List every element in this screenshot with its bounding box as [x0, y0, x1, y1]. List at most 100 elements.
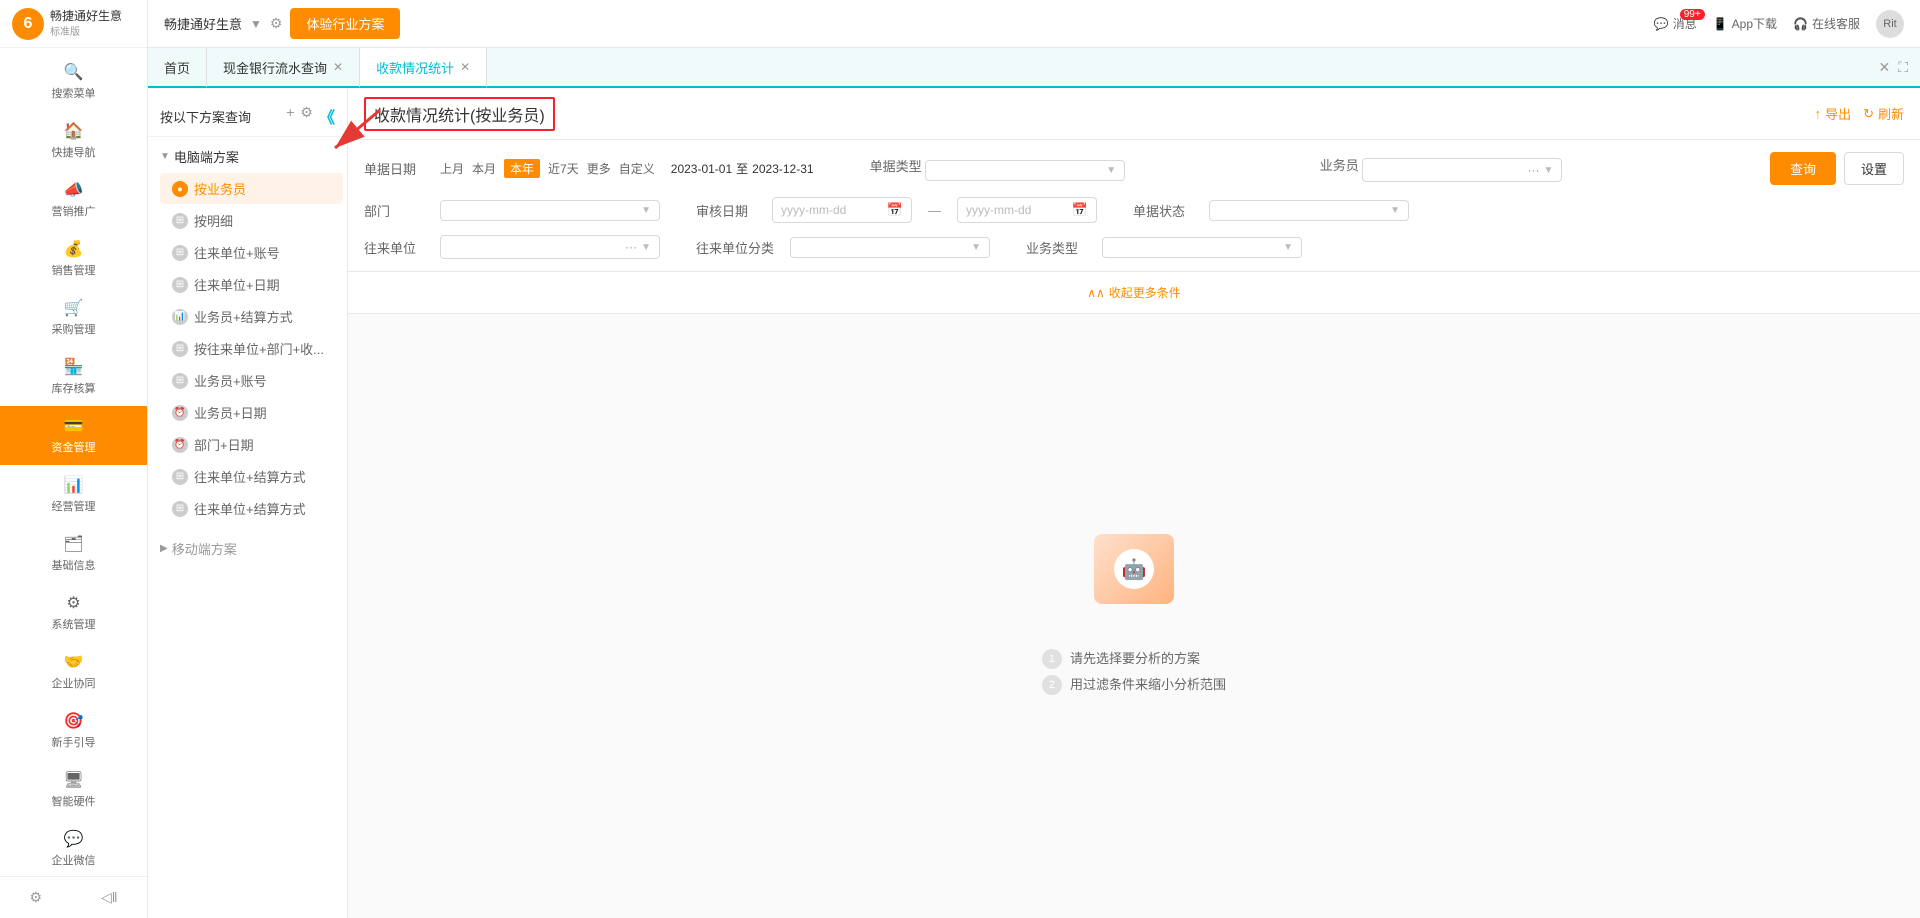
sidebar-item-guide[interactable]: 🎯 新手引导: [0, 701, 147, 760]
user-avatar[interactable]: Rit: [1876, 10, 1904, 38]
sidebar-item-sales[interactable]: 💰 销售管理: [0, 229, 147, 288]
filter-row-counterpart: 往来单位 ··· ▼ 往来单位分类 ▼ 业务类型 ▼: [364, 235, 1904, 259]
marketing-icon: 📣: [64, 180, 84, 200]
sidebar-item-enterprise[interactable]: 🤝 企业协同: [0, 642, 147, 701]
window-maximize-btn[interactable]: ⛶: [1898, 59, 1908, 76]
panel-settings-btn[interactable]: ⚙: [300, 104, 313, 128]
query-btn[interactable]: 查询: [1770, 152, 1836, 185]
date-shortcut-last-7[interactable]: 近7天: [548, 160, 579, 177]
plan-item-by-salesperson[interactable]: ● 按业务员: [160, 173, 343, 204]
empty-box: 🤖: [1094, 534, 1174, 604]
sidebar-nav: 🔍 搜索菜单 🏠 快捷导航 📣 营销推广 💰 销售管理 🛒 采购管理 🏪 库存核…: [0, 48, 147, 876]
plan-item-salesperson-account[interactable]: ⊞ 业务员+账号: [160, 365, 343, 396]
app-download-btn[interactable]: 📱 App下载: [1713, 15, 1777, 32]
tab-bank-flow[interactable]: 现金银行流水查询 ✕: [207, 47, 360, 87]
desktop-section-items: ● 按业务员 ⊞ 按明细 ⊞ 往来单位+账号 ⊞ 往来单位+日期: [148, 173, 347, 524]
tab-bank-flow-close[interactable]: ✕: [333, 60, 343, 74]
plan-item-salesperson-settlement-label: 业务员+结算方式: [194, 307, 293, 326]
sidebar-item-inventory[interactable]: 🏪 库存核算: [0, 347, 147, 406]
online-service-btn[interactable]: 🎧 在线客服: [1793, 15, 1860, 32]
sidebar-collapse-btn[interactable]: ◁‖: [93, 885, 126, 910]
content-area: 按以下方案查询 + ⚙ 《 ▼ 电脑端方案 ● 按业务员: [148, 88, 1920, 918]
logo-text-group: 畅捷通好生意 标准版: [50, 9, 122, 38]
panel-add-btn[interactable]: +: [286, 104, 294, 128]
refresh-btn[interactable]: ↻ 刷新: [1863, 104, 1904, 123]
salesperson-select[interactable]: ··· ▼: [1362, 158, 1562, 182]
plan-item-unit-settlement2[interactable]: ⊞ 往来单位+结算方式: [160, 493, 343, 524]
dept-select[interactable]: ▼: [440, 200, 660, 221]
main-content: 收款情况统计(按业务员) ↑ 导出 ↻ 刷新 单据日期: [348, 88, 1920, 918]
plan-item-salesperson-account-icon: ⊞: [172, 373, 188, 389]
sidebar-item-finance[interactable]: 💳 资金管理: [0, 406, 147, 465]
plan-item-unit-dept-collection[interactable]: ⊞ 按往来单位+部门+收...: [160, 333, 343, 364]
window-close-btn[interactable]: ✕: [1878, 59, 1890, 76]
panel-header: 按以下方案查询 + ⚙ 《: [148, 96, 347, 137]
sidebar-item-wechat[interactable]: 💬 企业微信: [0, 819, 147, 876]
mobile-section: ▶ 移动端方案: [148, 529, 347, 568]
plan-item-dept-date[interactable]: ⏰ 部门+日期: [160, 429, 343, 460]
date-shortcut-this-month[interactable]: 本月: [472, 160, 496, 177]
review-date-label: 审核日期: [696, 201, 756, 220]
plan-item-unit-settlement1[interactable]: ⊞ 往来单位+结算方式: [160, 461, 343, 492]
system-icon: ⚙: [66, 593, 80, 613]
business-type-select[interactable]: ▼: [1102, 237, 1302, 258]
plan-item-salesperson-date-icon: ⏰: [172, 405, 188, 421]
step-2-label: 用过滤条件来缩小分析范围: [1070, 672, 1226, 698]
salesperson-more-btn[interactable]: ···: [1528, 163, 1540, 177]
panel-collapse-btn[interactable]: 《: [319, 104, 335, 128]
export-icon: ↑: [1815, 106, 1822, 121]
counterpart-select[interactable]: ··· ▼: [440, 235, 660, 259]
sidebar-item-quick-nav[interactable]: 🏠 快捷导航: [0, 111, 147, 170]
export-btn[interactable]: ↑ 导出: [1815, 104, 1852, 123]
voucher-status-label: 单据状态: [1133, 201, 1193, 220]
counterpart-category-select[interactable]: ▼: [790, 237, 990, 258]
sidebar-item-system[interactable]: ⚙ 系统管理: [0, 583, 147, 642]
sidebar-item-basic[interactable]: 🗂 基础信息: [0, 524, 147, 583]
plan-item-by-detail[interactable]: ⊞ 按明细: [160, 205, 343, 236]
sidebar-item-hardware[interactable]: 🖥 智能硬件: [0, 760, 147, 819]
tab-window-btns: ✕ ⛶: [1878, 59, 1920, 76]
collapse-bar[interactable]: ∧∧ 收起更多条件: [348, 272, 1920, 314]
topbar-gear-btn[interactable]: ⚙: [270, 15, 283, 32]
hardware-icon: 🖥: [63, 770, 83, 790]
empty-steps: 1 请先选择要分析的方案 2 用过滤条件来缩小分析范围: [1042, 646, 1226, 698]
topbar-title: 畅捷通好生意: [164, 14, 242, 33]
voucher-status-select[interactable]: ▼: [1209, 200, 1409, 221]
tab-bank-flow-label: 现金银行流水查询: [223, 58, 327, 77]
sidebar-settings-btn[interactable]: ⚙: [21, 885, 50, 910]
sidebar-bottom: ⚙ ◁‖: [0, 876, 147, 918]
tab-collection-stat-label: 收款情况统计: [376, 58, 454, 77]
message-btn[interactable]: 💬 消息 99+: [1654, 15, 1697, 32]
review-date-from[interactable]: yyyy-mm-dd 📅: [772, 197, 912, 223]
date-shortcut-custom[interactable]: 自定义: [619, 160, 655, 177]
date-shortcut-this-year[interactable]: 本年: [504, 159, 540, 178]
sidebar-item-operations[interactable]: 📊 经营管理: [0, 465, 147, 524]
sidebar-item-marketing[interactable]: 📣 营销推广: [0, 170, 147, 229]
guide-icon: 🎯: [64, 711, 84, 731]
review-date-to[interactable]: yyyy-mm-dd 📅: [957, 197, 1097, 223]
date-shortcut-more[interactable]: 更多: [587, 160, 611, 177]
topbar-dropdown-btn[interactable]: ▼: [250, 17, 262, 31]
plan-item-unit-account[interactable]: ⊞ 往来单位+账号: [160, 237, 343, 268]
plan-item-unit-account-label: 往来单位+账号: [194, 243, 280, 262]
counterpart-more-btn[interactable]: ···: [625, 240, 637, 254]
main-area: 畅捷通好生意 ▼ ⚙ 体验行业方案 💬 消息 99+ 📱 App下载 🎧 在线客…: [148, 0, 1920, 918]
plan-item-salesperson-settlement[interactable]: 📊 业务员+结算方式: [160, 301, 343, 332]
tab-collection-stat-close[interactable]: ✕: [460, 60, 470, 74]
plan-item-unit-dept-icon: ⊞: [172, 341, 188, 357]
app-name: 畅捷通好生意: [50, 9, 122, 23]
tab-collection-stat[interactable]: 收款情况统计 ✕: [360, 48, 487, 88]
sidebar-item-search[interactable]: 🔍 搜索菜单: [0, 52, 147, 111]
sidebar-item-purchase[interactable]: 🛒 采购管理: [0, 288, 147, 347]
filter-settings-btn[interactable]: 设置: [1844, 152, 1904, 185]
plan-item-detail-icon: ⊞: [172, 213, 188, 229]
date-shortcut-last-month[interactable]: 上月: [440, 160, 464, 177]
plan-item-unit-account-icon: ⊞: [172, 245, 188, 261]
voucher-type-select[interactable]: ▼: [925, 160, 1125, 181]
trial-btn[interactable]: 体验行业方案: [290, 8, 400, 39]
plan-item-salesperson-date[interactable]: ⏰ 业务员+日期: [160, 397, 343, 428]
desktop-section-header[interactable]: ▼ 电脑端方案: [148, 141, 347, 172]
mobile-section-header[interactable]: ▶ 移动端方案: [148, 533, 347, 564]
tab-home[interactable]: 首页: [148, 47, 207, 87]
plan-item-unit-date[interactable]: ⊞ 往来单位+日期: [160, 269, 343, 300]
